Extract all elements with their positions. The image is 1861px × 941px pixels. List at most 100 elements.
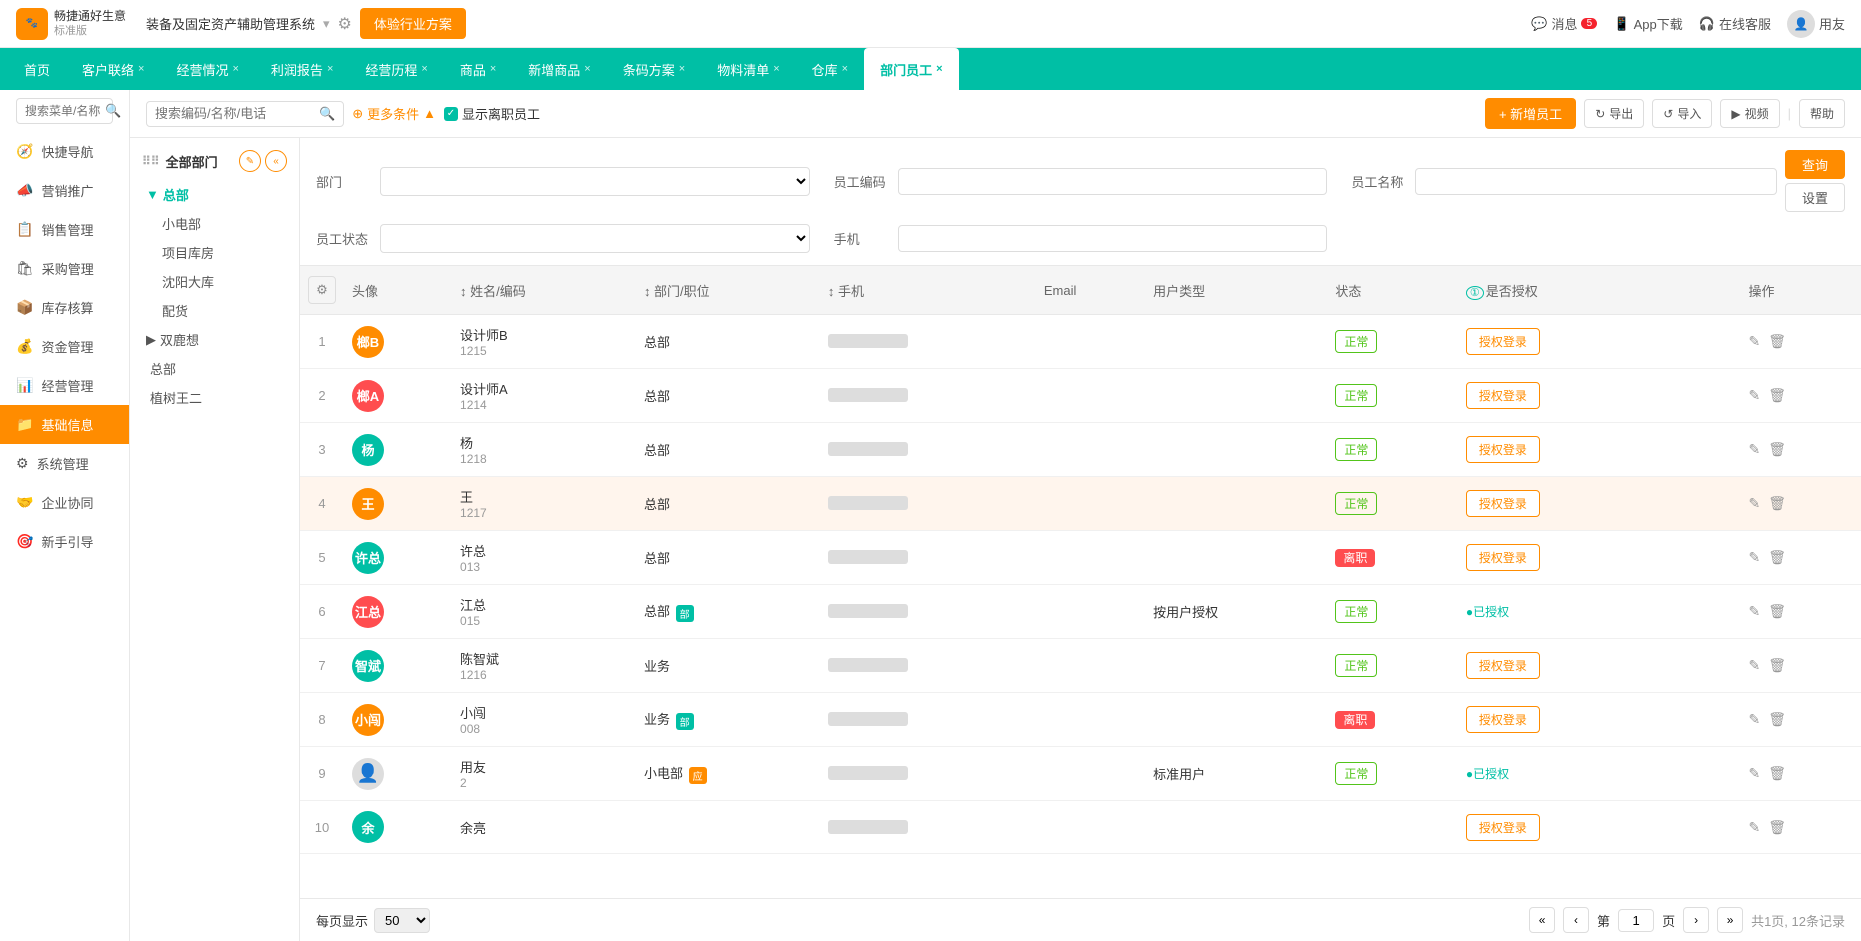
edit-icon[interactable]: ✎ — [1748, 765, 1760, 782]
dept-tree-item-peihuo[interactable]: 配货 — [146, 296, 299, 325]
sidebar-search-input[interactable] — [25, 104, 105, 118]
dept-tree-item-shenyang[interactable]: 沈阳大库 — [146, 267, 299, 296]
authorize-button[interactable]: 授权登录 — [1466, 814, 1540, 841]
delete-icon[interactable]: 🗑 — [1768, 549, 1786, 566]
export-button[interactable]: ↻ 导出 — [1584, 99, 1644, 128]
tab-bom[interactable]: 物料清单 × — [701, 48, 795, 90]
edit-icon[interactable]: ✎ — [1748, 819, 1760, 836]
sidebar-item-system[interactable]: ⚙ 系统管理 — [0, 444, 129, 483]
dept-collapse-icon[interactable]: « — [265, 150, 287, 172]
show-resigned-toggle[interactable]: ✓ 显示离职员工 — [444, 104, 540, 123]
import-button[interactable]: ↺ 导入 — [1652, 99, 1712, 128]
close-icon[interactable]: × — [679, 63, 685, 75]
tab-profit[interactable]: 利润报告 × — [255, 48, 349, 90]
tab-operations[interactable]: 经营情况 × — [160, 48, 254, 90]
edit-icon[interactable]: ✎ — [1748, 549, 1760, 566]
delete-icon[interactable]: 🗑 — [1768, 603, 1786, 620]
dept-tree-item-zongbu[interactable]: 总部 — [130, 354, 299, 383]
close-icon[interactable]: × — [584, 63, 590, 75]
dept-tree-item-xiaodibu[interactable]: 小电部 — [146, 209, 299, 238]
col-name[interactable]: ↕ 姓名/编码 — [452, 266, 636, 315]
status-select[interactable] — [380, 224, 810, 253]
tab-home[interactable]: 首页 — [8, 48, 66, 90]
tab-customer[interactable]: 客户联络 × — [66, 48, 160, 90]
delete-icon[interactable]: 🗑 — [1768, 387, 1786, 404]
sidebar-item-quick-nav[interactable]: 🧭 快捷导航 — [0, 132, 129, 171]
edit-icon[interactable]: ✎ — [1748, 387, 1760, 404]
sidebar-item-sales[interactable]: 📋 销售管理 — [0, 210, 129, 249]
tab-barcode[interactable]: 条码方案 × — [607, 48, 701, 90]
sidebar-item-inventory[interactable]: 📦 库存核算 — [0, 288, 129, 327]
authorize-button[interactable]: 授权登录 — [1466, 544, 1540, 571]
dept-tree-item-zhishu[interactable]: 植树王二 — [130, 383, 299, 412]
next-page-btn[interactable]: › — [1683, 907, 1709, 933]
page-number-input[interactable] — [1618, 909, 1654, 932]
last-page-btn[interactable]: » — [1717, 907, 1743, 933]
gear-button[interactable]: ⚙ — [308, 276, 336, 304]
search-input[interactable] — [155, 106, 315, 121]
close-icon[interactable]: × — [842, 63, 848, 75]
phone-input[interactable] — [898, 225, 1328, 252]
sidebar-item-basic-info[interactable]: 📁 基础信息 — [0, 405, 129, 444]
online-service-item[interactable]: 🎧 在线客服 — [1699, 14, 1771, 33]
employee-name-input[interactable] — [1415, 168, 1777, 195]
authorize-button[interactable]: 授权登录 — [1466, 382, 1540, 409]
gear-icon[interactable]: ⚙ — [338, 14, 352, 34]
edit-icon[interactable]: ✎ — [1748, 711, 1760, 728]
authorize-button[interactable]: 授权登录 — [1466, 490, 1540, 517]
edit-icon[interactable]: ✎ — [1748, 657, 1760, 674]
delete-icon[interactable]: 🗑 — [1768, 495, 1786, 512]
first-page-btn[interactable]: « — [1529, 907, 1555, 933]
query-button[interactable]: 查询 — [1785, 150, 1845, 179]
authorize-button[interactable]: 授权登录 — [1466, 706, 1540, 733]
page-size-select[interactable]: 50 100 200 — [374, 908, 430, 933]
tab-warehouse[interactable]: 仓库 × — [796, 48, 864, 90]
tab-goods[interactable]: 商品 × — [444, 48, 512, 90]
dept-select[interactable] — [380, 167, 810, 196]
delete-icon[interactable]: 🗑 — [1768, 333, 1786, 350]
close-icon[interactable]: × — [421, 63, 427, 75]
sidebar-item-marketing[interactable]: 📣 营销推广 — [0, 171, 129, 210]
tab-add-goods[interactable]: 新增商品 × — [512, 48, 606, 90]
more-conditions-btn[interactable]: ⊕ 更多条件 ▲ — [352, 104, 436, 123]
employee-code-input[interactable] — [898, 168, 1328, 195]
view-button[interactable]: ▶ 视频 — [1720, 99, 1779, 128]
close-icon[interactable]: × — [138, 63, 144, 75]
edit-icon[interactable]: ✎ — [1748, 495, 1760, 512]
delete-icon[interactable]: 🗑 — [1768, 441, 1786, 458]
set-button[interactable]: 设置 — [1785, 183, 1845, 212]
authorize-button[interactable]: 授权登录 — [1466, 328, 1540, 355]
sidebar-item-guide[interactable]: 🎯 新手引导 — [0, 522, 129, 561]
delete-icon[interactable]: 🗑 — [1768, 657, 1786, 674]
col-dept[interactable]: ↕ 部门/职位 — [636, 266, 820, 315]
sidebar-item-finance[interactable]: 💰 资金管理 — [0, 327, 129, 366]
authorize-button[interactable]: 授权登录 — [1466, 436, 1540, 463]
edit-icon[interactable]: ✎ — [1748, 333, 1760, 350]
edit-icon[interactable]: ✎ — [1748, 603, 1760, 620]
delete-icon[interactable]: 🗑 — [1768, 819, 1786, 836]
close-icon[interactable]: × — [936, 63, 942, 75]
dept-tree-item-project[interactable]: 项目库房 — [146, 238, 299, 267]
sidebar-item-purchase[interactable]: 🛍 采购管理 — [0, 249, 129, 288]
tab-department[interactable]: 部门员工 × — [864, 48, 958, 90]
close-icon[interactable]: × — [773, 63, 779, 75]
edit-icon[interactable]: ✎ — [1748, 441, 1760, 458]
delete-icon[interactable]: 🗑 — [1768, 765, 1786, 782]
sidebar-item-enterprise[interactable]: 🤝 企业协同 — [0, 483, 129, 522]
close-icon[interactable]: × — [232, 63, 238, 75]
help-button[interactable]: 帮助 — [1799, 99, 1845, 128]
trial-button[interactable]: 体验行业方案 — [360, 8, 466, 39]
col-phone[interactable]: ↕ 手机 — [820, 266, 1036, 315]
close-icon[interactable]: × — [490, 63, 496, 75]
prev-page-btn[interactable]: ‹ — [1563, 907, 1589, 933]
message-item[interactable]: 💬 消息 5 — [1531, 14, 1597, 33]
dropdown-icon[interactable]: ▾ — [323, 16, 330, 32]
authorize-button[interactable]: 授权登录 — [1466, 652, 1540, 679]
dept-edit-icon[interactable]: ✎ — [239, 150, 261, 172]
dept-tree-item-shuanglu[interactable]: ▶ 双鹿想 — [130, 325, 299, 354]
dept-tree-item-all[interactable]: ▼ 总部 — [130, 180, 299, 209]
add-employee-button[interactable]: + 新增员工 — [1485, 98, 1576, 129]
delete-icon[interactable]: 🗑 — [1768, 711, 1786, 728]
app-download-item[interactable]: 📱 App下载 — [1613, 14, 1682, 33]
close-icon[interactable]: × — [327, 63, 333, 75]
